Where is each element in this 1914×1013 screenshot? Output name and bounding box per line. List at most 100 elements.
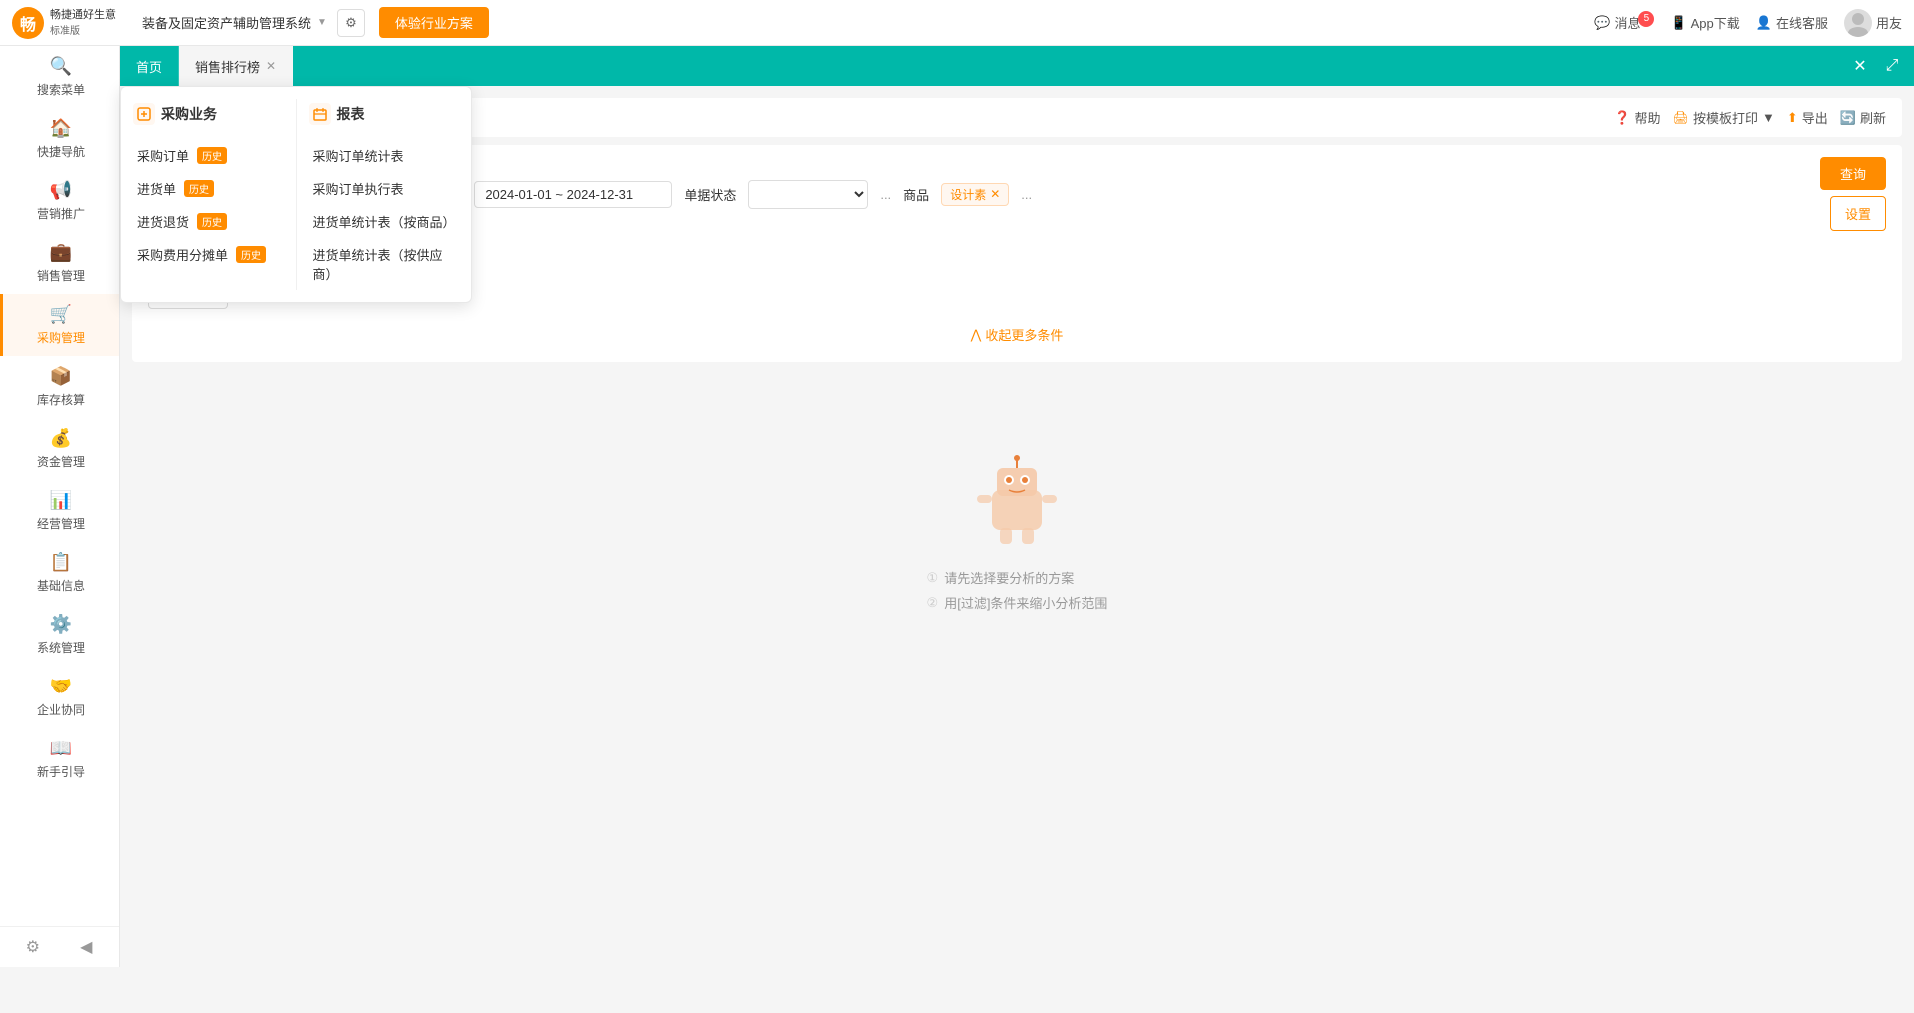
- tab-sales-rank[interactable]: 销售排行榜 ✕: [179, 46, 293, 86]
- goods-dots[interactable]: ...: [1021, 187, 1032, 202]
- collab-icon: 🤝: [50, 676, 72, 697]
- help-icon: ❓: [1614, 110, 1630, 126]
- doc-status-dots[interactable]: ...: [880, 187, 891, 202]
- sidebar-item-label: 企业协同: [37, 701, 85, 718]
- sidebar: 🔍 搜索菜单 🏠 快捷导航 📢 营销推广 💼 销售管理 🛒 采购管理 📦 库存核…: [0, 46, 120, 967]
- refresh-icon: 🔄: [1840, 110, 1856, 126]
- help-button[interactable]: ❓ 帮助: [1614, 108, 1660, 127]
- goods-return-history-badge: 历史: [197, 213, 227, 230]
- system-name-area: 装备及固定资产辅助管理系统 ▼ ⚙ 体验行业方案: [142, 7, 489, 38]
- goods-stat-by-goods-label: 进货单统计表（按商品）: [313, 212, 456, 231]
- sidebar-item-sales[interactable]: 💼 销售管理: [0, 232, 119, 294]
- base-icon: 📋: [50, 552, 72, 573]
- sidebar-item-operations[interactable]: 📊 经营管理: [0, 480, 119, 542]
- system-settings-button[interactable]: ⚙: [337, 9, 365, 37]
- purchase-expense-history-badge: 历史: [236, 246, 266, 263]
- goods-stat-by-goods-item[interactable]: 进货单统计表（按商品）: [309, 205, 460, 238]
- sales-icon: 💼: [50, 242, 72, 263]
- settings-button[interactable]: 设置: [1830, 196, 1886, 231]
- sidebar-item-label: 采购管理: [37, 329, 85, 346]
- date-range-input[interactable]: [474, 181, 672, 208]
- empty-state: 请先选择要分析的方案 用[过滤]条件来缩小分析范围: [132, 370, 1902, 698]
- sidebar-item-quicknav[interactable]: 🏠 快捷导航: [0, 108, 119, 170]
- report-col-icon: [309, 103, 331, 125]
- industry-btn[interactable]: 体验行业方案: [379, 7, 489, 38]
- collapse-arrow-icon: ⋀: [971, 327, 982, 343]
- online-service-button[interactable]: 👤 在线客服: [1756, 13, 1828, 32]
- purchase-expense-item[interactable]: 采购费用分摊单 历史: [133, 238, 284, 271]
- user-button[interactable]: 用友: [1844, 9, 1902, 37]
- tab-home[interactable]: 首页: [120, 46, 179, 86]
- refresh-button[interactable]: 🔄 刷新: [1840, 108, 1886, 127]
- purchase-order-history-badge: 历史: [197, 147, 227, 164]
- sidebar-item-label: 基础信息: [37, 577, 85, 594]
- app-icon: 📱: [1670, 15, 1686, 31]
- sidebar-item-label: 系统管理: [37, 639, 85, 656]
- sidebar-item-marketing[interactable]: 📢 营销推广: [0, 170, 119, 232]
- purchase-order-item[interactable]: 采购订单 历史: [133, 139, 284, 172]
- logo-text: 畅捷通好生意 标准版: [50, 8, 116, 37]
- sidebar-item-inventory[interactable]: 📦 库存核算: [0, 356, 119, 418]
- purchase-order-exec-item[interactable]: 采购订单执行表: [309, 172, 460, 205]
- purchase-order-stat-item[interactable]: 采购订单统计表: [309, 139, 460, 172]
- avatar: [1844, 9, 1872, 37]
- service-icon: 👤: [1756, 15, 1772, 31]
- sidebar-item-search[interactable]: 🔍 搜索菜单: [0, 46, 119, 108]
- query-button[interactable]: 查询: [1820, 157, 1886, 190]
- message-icon: 💬: [1594, 15, 1610, 31]
- app-download-button[interactable]: 📱 App下载: [1670, 13, 1739, 32]
- sidebar-item-collab[interactable]: 🤝 企业协同: [0, 666, 119, 728]
- goods-tag: 设计素 ✕: [941, 183, 1009, 206]
- sidebar-item-purchase[interactable]: 🛒 采购管理: [0, 294, 119, 356]
- print-icon: 🖨: [1672, 110, 1689, 126]
- print-button[interactable]: 🖨 按模板打印 ▼: [1672, 108, 1774, 127]
- report-col-title: 报表: [309, 99, 460, 129]
- goods-tag-close[interactable]: ✕: [990, 187, 1000, 201]
- sidebar-item-base[interactable]: 📋 基础信息: [0, 542, 119, 604]
- sidebar-item-label: 库存核算: [37, 391, 85, 408]
- logo-area: 畅 畅捷通好生意 标准版: [12, 7, 132, 39]
- purchase-icon: 🛒: [50, 304, 72, 325]
- tab-expand-button[interactable]: ⤢: [1878, 52, 1906, 80]
- sidebar-item-label: 资金管理: [37, 453, 85, 470]
- purchase-col-title: 采购业务: [133, 99, 284, 129]
- capital-icon: 💰: [50, 428, 72, 449]
- filter-actions: 查询 设置: [1820, 157, 1886, 231]
- system-icon: ⚙️: [50, 614, 72, 635]
- purchase-col-icon: [133, 103, 155, 125]
- sidebar-item-label: 新手引导: [37, 763, 85, 780]
- sidebar-item-system[interactable]: ⚙️ 系统管理: [0, 604, 119, 666]
- collapse-button[interactable]: ⋀ 收起更多条件: [965, 319, 1070, 350]
- export-button[interactable]: ⬆ 导出: [1787, 108, 1828, 127]
- system-dropdown-arrow[interactable]: ▼: [317, 17, 327, 28]
- goods-stat-by-supplier-label: 进货单统计表（按供应商）: [313, 245, 456, 283]
- logo-icon: 畅: [12, 7, 44, 39]
- goods-receipt-item[interactable]: 进货单 历史: [133, 172, 284, 205]
- top-bar: 畅 畅捷通好生意 标准版 装备及固定资产辅助管理系统 ▼ ⚙ 体验行业方案 💬 …: [0, 0, 1914, 46]
- message-button[interactable]: 💬 消息 5: [1594, 13, 1654, 32]
- doc-status-select[interactable]: [748, 180, 868, 209]
- sidebar-item-label: 快捷导航: [37, 143, 85, 160]
- purchase-dropdown: 采购业务 采购订单 历史 进货单 历史 进货退货 历史 采购费用分摊单 历史: [120, 86, 472, 303]
- marketing-icon: 📢: [50, 180, 72, 201]
- tab-bar: 首页 销售排行榜 ✕ ✕ ⤢: [120, 46, 1914, 86]
- goods-return-item[interactable]: 进货退货 历史: [133, 205, 284, 238]
- tab-close-all-button[interactable]: ✕: [1846, 52, 1874, 80]
- search-icon: 🔍: [50, 56, 72, 77]
- top-bar-right: 💬 消息 5 📱 App下载 👤 在线客服 用友: [1594, 9, 1902, 37]
- sidebar-settings-button[interactable]: ⚙: [10, 937, 56, 957]
- sidebar-collapse-button[interactable]: ◀: [64, 937, 110, 957]
- sidebar-item-capital[interactable]: 💰 资金管理: [0, 418, 119, 480]
- empty-hint-list: 请先选择要分析的方案 用[过滤]条件来缩小分析范围: [927, 568, 1108, 618]
- message-badge: 5: [1638, 11, 1654, 27]
- tab-close-icon[interactable]: ✕: [266, 59, 276, 73]
- purchase-expense-label: 采购费用分摊单: [137, 245, 228, 264]
- sidebar-item-newbie[interactable]: 📖 新手引导: [0, 728, 119, 790]
- goods-stat-by-supplier-item[interactable]: 进货单统计表（按供应商）: [309, 238, 460, 290]
- goods-label: 商品: [903, 185, 929, 204]
- export-icon: ⬆: [1787, 110, 1798, 126]
- tab-home-label: 首页: [136, 57, 162, 76]
- empty-hint-1: 请先选择要分析的方案: [927, 568, 1108, 587]
- print-dropdown-arrow[interactable]: ▼: [1762, 110, 1775, 125]
- sidebar-item-label: 销售管理: [37, 267, 85, 284]
